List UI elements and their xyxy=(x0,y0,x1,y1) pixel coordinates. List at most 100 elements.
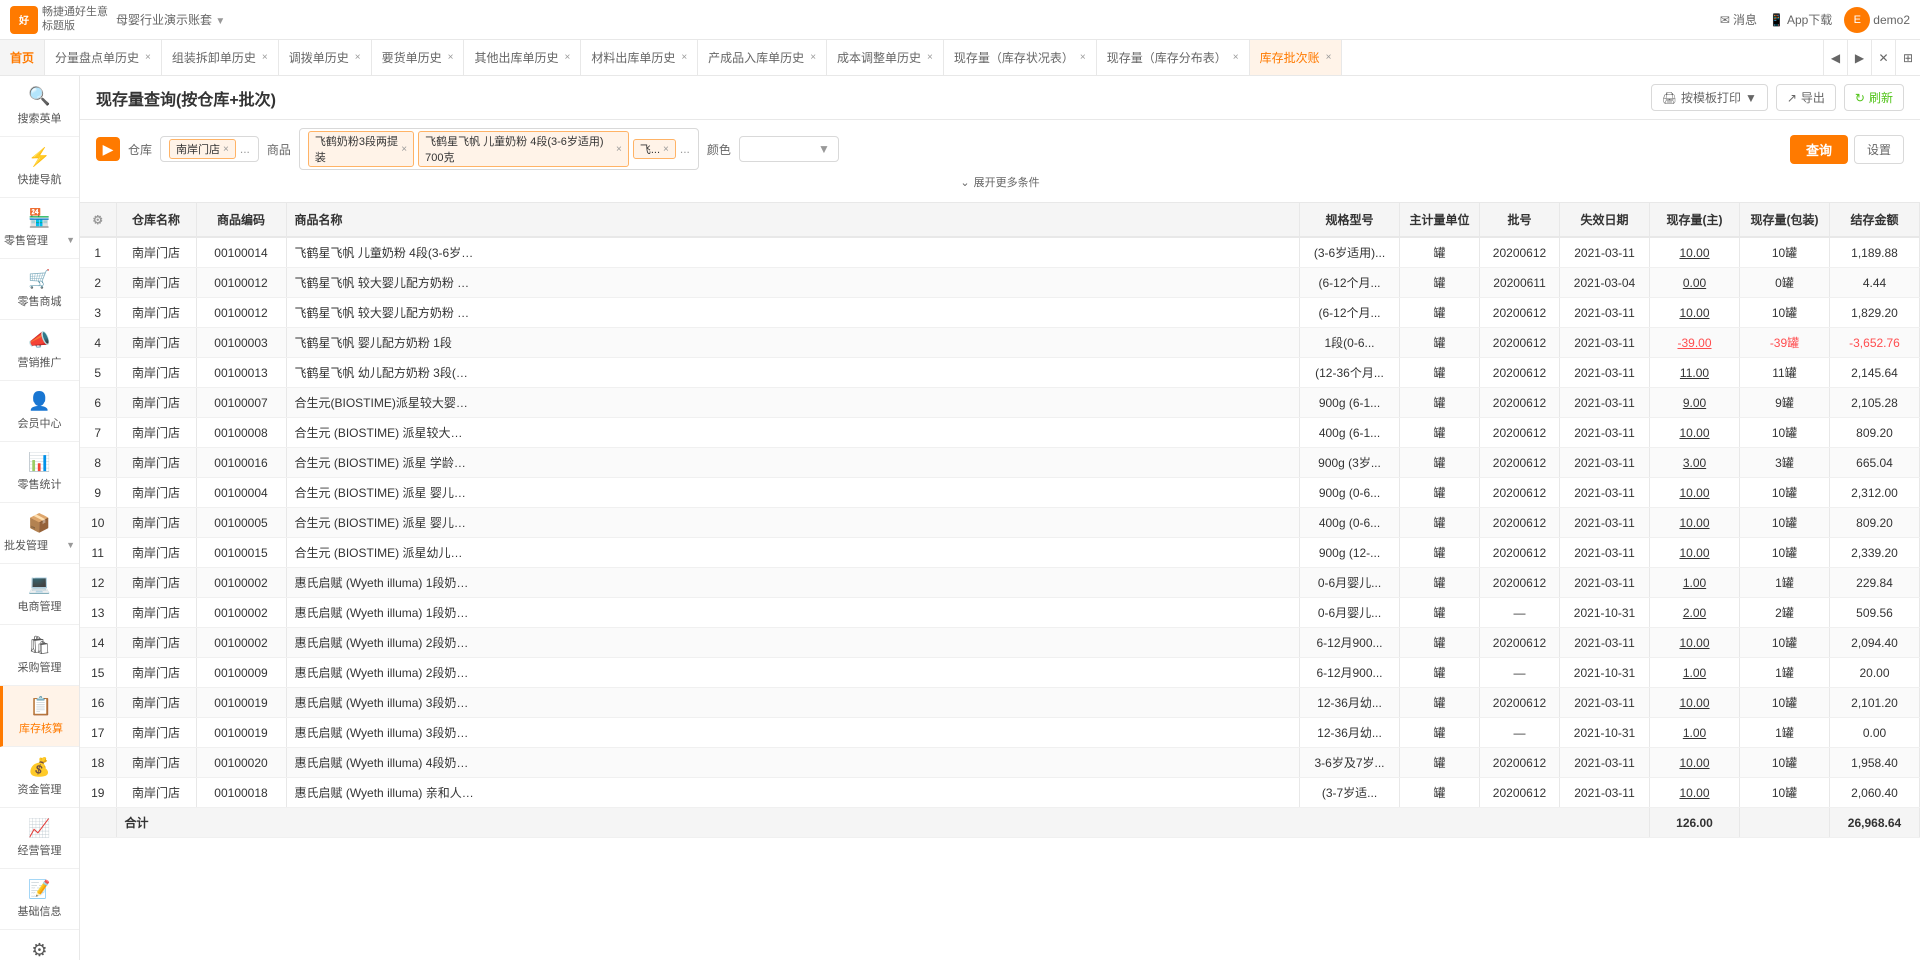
refresh-icon: ↻ xyxy=(1855,91,1865,105)
refresh-btn[interactable]: ↻ 刷新 xyxy=(1844,84,1904,111)
cell-stock-main[interactable]: -39.00 xyxy=(1650,328,1740,358)
messages-btn[interactable]: ✉ 消息 xyxy=(1720,11,1757,28)
tag-close-icon[interactable]: × xyxy=(401,144,407,155)
cell-stock-main[interactable]: 10.00 xyxy=(1650,237,1740,268)
sidebar-item-retail-mgmt[interactable]: 🏪 零售管理 ▼ xyxy=(0,198,79,259)
cell-stock-main[interactable]: 1.00 xyxy=(1650,718,1740,748)
table-row: 2 南岸门店 00100012 飞鹤星飞帆 较大婴儿配方奶粉 2段(6-12个月… xyxy=(80,268,1920,298)
sidebar-item-member[interactable]: 👤 会员中心 xyxy=(0,381,79,442)
tab-zuzhuangchaijie[interactable]: 组装拆卸单历史 × xyxy=(162,40,279,76)
table-settings-icon[interactable]: ⚙ xyxy=(92,213,103,227)
cell-stock-main[interactable]: 1.00 xyxy=(1650,658,1740,688)
cell-code: 00100012 xyxy=(196,298,286,328)
cell-stock-main[interactable]: 10.00 xyxy=(1650,778,1740,808)
cell-stock-main[interactable]: 3.00 xyxy=(1650,448,1740,478)
cell-stock-main[interactable]: 1.00 xyxy=(1650,568,1740,598)
tag-close-icon[interactable]: × xyxy=(616,144,622,155)
cell-name: 飞鹤星飞帆 较大婴儿配方奶粉 2段(6-12个月婴幼儿适用) ... xyxy=(286,298,1300,328)
sidebar-item-purchase[interactable]: 🛍 采购管理 xyxy=(0,625,79,686)
color-filter-input[interactable]: ▼ xyxy=(739,136,839,162)
cell-stock-main[interactable]: 10.00 xyxy=(1650,688,1740,718)
cell-stock-main[interactable]: 11.00 xyxy=(1650,358,1740,388)
settings-btn[interactable]: 设置 xyxy=(1854,135,1904,164)
cell-balance: -3,652.76 xyxy=(1830,328,1920,358)
export-btn[interactable]: ↗ 导出 xyxy=(1776,84,1836,111)
sidebar-item-basics[interactable]: 📝 基础信息 xyxy=(0,869,79,930)
tab-close-icon[interactable]: × xyxy=(810,52,816,63)
tab-close-icon[interactable]: × xyxy=(355,52,361,63)
expand-more-conditions[interactable]: ⌄ 展开更多条件 xyxy=(96,170,1904,194)
tab-xiancunliang1[interactable]: 现存量（库存状况表） × xyxy=(944,40,1097,76)
tab-chengbentiaoj[interactable]: 成本调整单历史 × xyxy=(827,40,944,76)
cell-stock-main[interactable]: 10.00 xyxy=(1650,508,1740,538)
cell-spec: 900g (12-... xyxy=(1300,538,1400,568)
sidebar-item-marketing[interactable]: 📣 营销推广 xyxy=(0,320,79,381)
template-print-btn[interactable]: 🖨 按模板打印 ▼ xyxy=(1651,84,1768,111)
cell-stock-main[interactable]: 10.00 xyxy=(1650,538,1740,568)
goods-tag-2[interactable]: 飞鹤星飞帆 儿童奶粉 4段(3-6岁适用) 700克 × xyxy=(418,131,629,167)
sidebar-item-retail-stats[interactable]: 📊 零售统计 xyxy=(0,442,79,503)
app-download-btn[interactable]: 📱 App下载 xyxy=(1769,11,1832,28)
sidebar-item-quicknav[interactable]: ⚡ 快捷导航 xyxy=(0,137,79,198)
goods-dots[interactable]: ... xyxy=(680,142,690,156)
warehouse-tag-nananjie[interactable]: 南岸门店 × xyxy=(169,139,236,159)
tab-yaohuo[interactable]: 要货单历史 × xyxy=(372,40,465,76)
th-index: ⚙ xyxy=(80,203,116,237)
tab-cailiaochuku[interactable]: 材料出库单历史 × xyxy=(581,40,698,76)
nav-close-all[interactable]: ✕ xyxy=(1872,40,1896,76)
cell-stock-main[interactable]: 2.00 xyxy=(1650,598,1740,628)
table-row: 10 南岸门店 00100005 合生元 (BIOSTIME) 派星 婴儿配方奶… xyxy=(80,508,1920,538)
sidebar-item-retail-shop[interactable]: 🛒 零售商城 xyxy=(0,259,79,320)
cell-unit: 罐 xyxy=(1400,508,1480,538)
filter-expand-btn[interactable]: ▶ xyxy=(96,137,120,161)
tab-home[interactable]: 首页 xyxy=(0,40,45,76)
goods-tag-1[interactable]: 飞鹤奶粉3段两提装 × xyxy=(308,131,414,167)
cell-stock-main[interactable]: 9.00 xyxy=(1650,388,1740,418)
user-area[interactable]: E demo2 xyxy=(1844,7,1910,33)
nav-expand[interactable]: ⊞ xyxy=(1896,40,1920,76)
tab-close-icon[interactable]: × xyxy=(1326,52,1332,63)
tag-close-icon[interactable]: × xyxy=(223,144,229,155)
tab-qita[interactable]: 其他出库单历史 × xyxy=(464,40,581,76)
tab-close-icon[interactable]: × xyxy=(564,52,570,63)
nav-right-arrow[interactable]: ▶ xyxy=(1848,40,1872,76)
cell-index: 16 xyxy=(80,688,116,718)
tab-fenliangpandian[interactable]: 分量盘点单历史 × xyxy=(45,40,162,76)
sidebar-item-search[interactable]: 🔍 搜索英单 xyxy=(0,76,79,137)
cell-index: 18 xyxy=(80,748,116,778)
cell-stock-main[interactable]: 0.00 xyxy=(1650,268,1740,298)
tag-close-icon[interactable]: × xyxy=(663,144,669,155)
tab-xiancunliang2[interactable]: 现存量（库存分布表） × xyxy=(1097,40,1250,76)
cell-stock-main[interactable]: 10.00 xyxy=(1650,628,1740,658)
tab-close-icon[interactable]: × xyxy=(927,52,933,63)
sidebar-item-finance[interactable]: 💰 资金管理 xyxy=(0,747,79,808)
sidebar-item-wholesale[interactable]: 📦 批发管理 ▼ xyxy=(0,503,79,564)
cell-stock-main[interactable]: 10.00 xyxy=(1650,298,1740,328)
nav-left-arrow[interactable]: ◀ xyxy=(1824,40,1848,76)
cell-stock-main[interactable]: 10.00 xyxy=(1650,418,1740,448)
search-btn[interactable]: 查询 xyxy=(1790,135,1848,164)
tab-diaobodanji[interactable]: 调拨单历史 × xyxy=(279,40,372,76)
sidebar-item-inventory[interactable]: 📋 库存核算 xyxy=(0,686,79,747)
cell-stock-main[interactable]: 10.00 xyxy=(1650,478,1740,508)
goods-tag-3[interactable]: 飞... × xyxy=(633,139,676,159)
tab-chanchengruoku[interactable]: 产成品入库单历史 × xyxy=(698,40,827,76)
goods-filter-group[interactable]: 飞鹤奶粉3段两提装 × 飞鹤星飞帆 儿童奶粉 4段(3-6岁适用) 700克 ×… xyxy=(299,128,699,170)
sidebar-item-ecommerce[interactable]: 💻 电商管理 xyxy=(0,564,79,625)
warehouse-filter-group[interactable]: 南岸门店 × ... xyxy=(160,136,259,162)
tab-close-icon[interactable]: × xyxy=(448,52,454,63)
tab-close-icon[interactable]: × xyxy=(145,52,151,63)
warehouse-dots[interactable]: ... xyxy=(240,142,250,156)
tab-kucunpicizh[interactable]: 库存批次账 × xyxy=(1250,40,1343,76)
sidebar-item-system[interactable]: ⚙ 系统管理 xyxy=(0,930,79,960)
tab-close-icon[interactable]: × xyxy=(681,52,687,63)
tab-close-icon[interactable]: × xyxy=(1233,52,1239,63)
tab-close-icon[interactable]: × xyxy=(1080,52,1086,63)
cell-code: 00100003 xyxy=(196,328,286,358)
cell-expire: 2021-03-11 xyxy=(1560,748,1650,778)
top-title[interactable]: 母婴行业演示账套 ▼ xyxy=(116,11,1712,28)
table-row: 6 南岸门店 00100007 合生元(BIOSTIME)派星较大婴儿配方奶粉 … xyxy=(80,388,1920,418)
cell-stock-main[interactable]: 10.00 xyxy=(1650,748,1740,778)
sidebar-item-operation[interactable]: 📈 经营管理 xyxy=(0,808,79,869)
tab-close-icon[interactable]: × xyxy=(262,52,268,63)
